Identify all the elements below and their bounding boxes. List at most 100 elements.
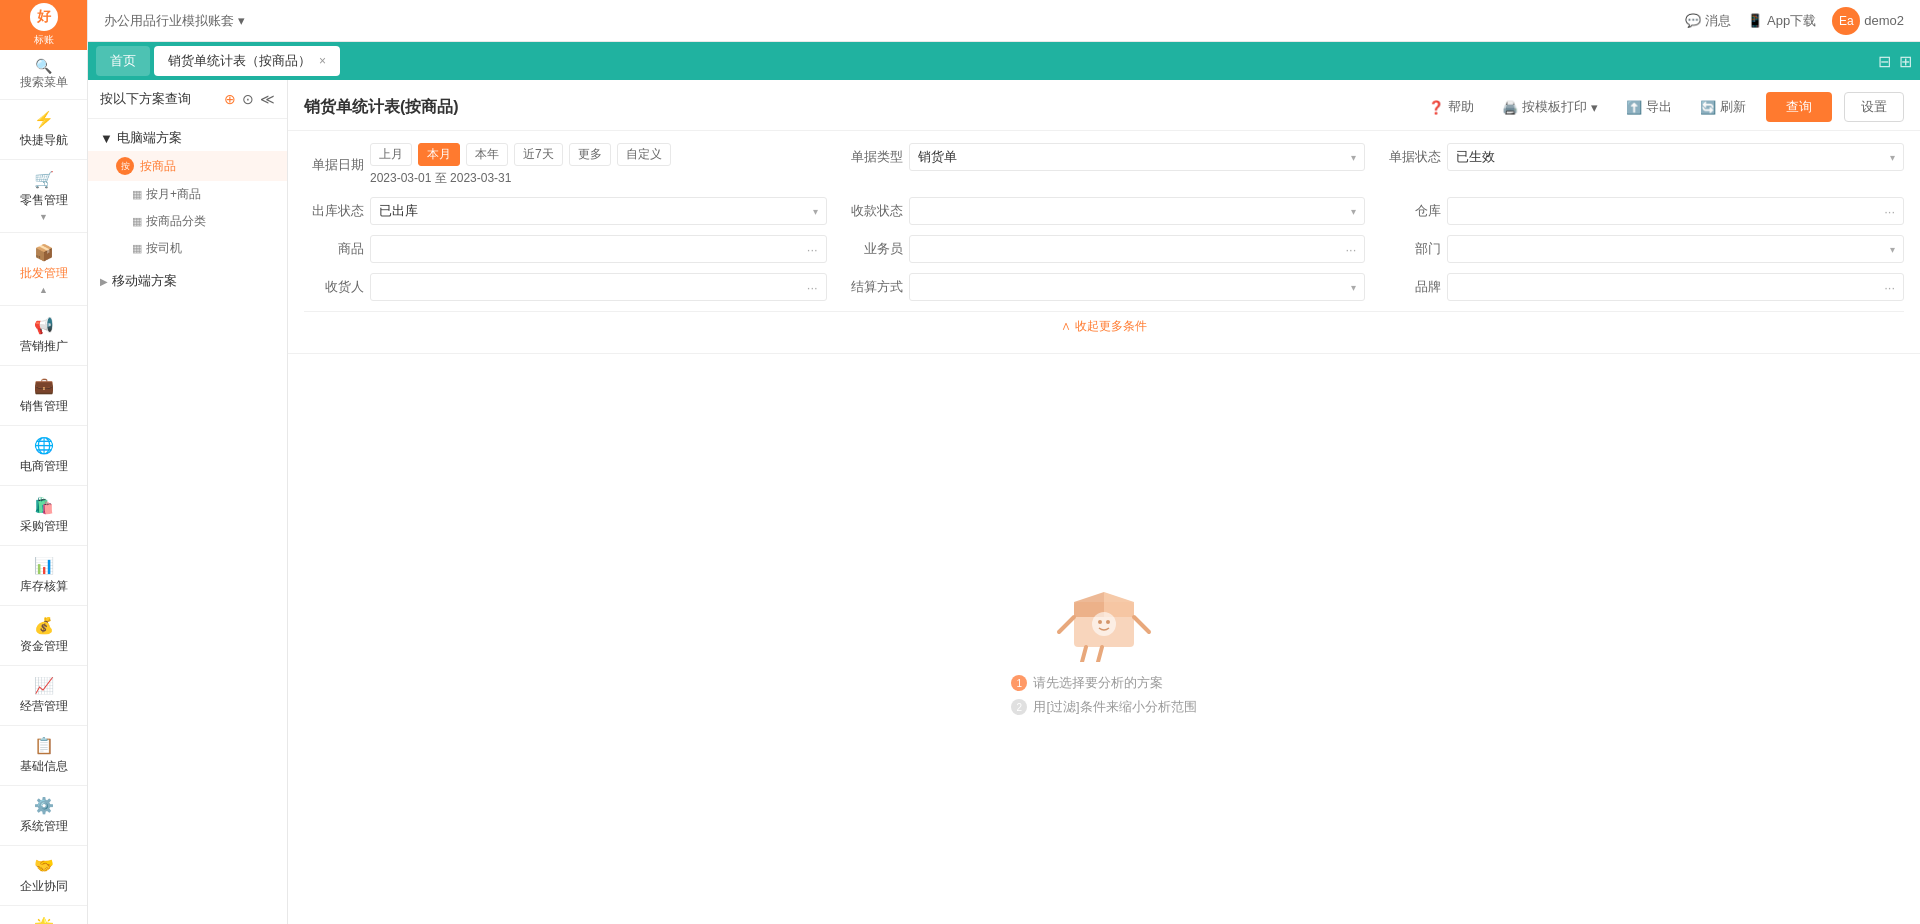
pc-section-toggle[interactable]: ▼ 电脑端方案 [88,125,287,151]
mobile-section-label: 移动端方案 [112,272,177,290]
empty-line-2: 2 用[过滤]条件来缩小分析范围 [1011,698,1196,716]
step-2-icon: 2 [1011,699,1027,715]
settings-scheme-icon[interactable]: ⊙ [242,91,254,107]
svg-point-3 [1092,612,1116,636]
date-btn-more[interactable]: 更多 [569,143,611,166]
scheme-sub-icon2: ▦ [132,215,142,228]
topbar-left: 办公用品行业模拟账套 ▾ [104,12,245,30]
avatar: Ea [1832,7,1860,35]
pc-section-arrow-icon: ▼ [100,131,113,146]
sidebar-item-newbie[interactable]: 🌟 新手引导 [0,906,87,924]
sidebar-item-enterprise[interactable]: 🤝 企业协同 [0,846,87,906]
dropdown-arrow-icon: ▾ [238,13,245,28]
sidebar-item-search[interactable]: 🔍 搜索菜单 [0,50,87,100]
print-icon: 🖨️ [1502,100,1518,115]
content-area: 按以下方案查询 ⊕ ⊙ ≪ ▼ 电脑端方案 按 按商品 ▦ 按月+ [88,80,1920,924]
sidebar-item-retail[interactable]: 🛒 零售管理 ▼ [0,160,87,233]
sidebar-item-basic[interactable]: 📋 基础信息 [0,726,87,786]
goods-input[interactable]: ··· [370,235,827,263]
doc-type-select[interactable]: 销货单 ▾ [909,143,1366,171]
setting-button[interactable]: 设置 [1844,92,1904,122]
date-label: 单据日期 [304,156,364,174]
tab-home[interactable]: 首页 [96,46,150,76]
settle-select[interactable]: ▾ [909,273,1366,301]
scheme-sub-icon1: ▦ [132,188,142,201]
doc-status-select[interactable]: 已生效 ▾ [1447,143,1904,171]
scheme-item-by-goods[interactable]: 按 按商品 [88,151,287,181]
logo-icon: 好 [30,3,58,31]
sidebar-item-inventory[interactable]: 📊 库存核算 [0,546,87,606]
refresh-icon: 🔄 [1700,100,1716,115]
mobile-section-arrow-icon: ▶ [100,276,108,287]
help-button[interactable]: ❓ 帮助 [1420,94,1482,120]
brand-label: 品牌 [1381,278,1441,296]
scheme-item-by-category[interactable]: ▦ 按商品分类 [88,208,287,235]
refresh-button[interactable]: 🔄 刷新 [1692,94,1754,120]
date-btn-custom[interactable]: 自定义 [617,143,671,166]
date-btn-last-month[interactable]: 上月 [370,143,412,166]
out-status-select[interactable]: 已出库 ▾ [370,197,827,225]
collapse-panel-icon[interactable]: ≪ [260,91,275,107]
receiver-input[interactable]: ··· [370,273,827,301]
scheme-item-by-driver[interactable]: ▦ 按司机 [88,235,287,262]
sidebar-item-sales[interactable]: 💼 销售管理 [0,366,87,426]
main-area: 办公用品行业模拟账套 ▾ 💬 消息 📱 App下载 Ea demo2 首页 销货… [88,0,1920,924]
warehouse-input[interactable]: ··· [1447,197,1904,225]
doc-type-arrow-icon: ▾ [1351,152,1356,163]
logo-text: 标账 [34,33,54,47]
empty-line-1: 1 请先选择要分析的方案 [1011,674,1196,692]
tabbar-actions: ⊟ ⊞ [1878,52,1912,71]
svg-line-6 [1082,647,1086,662]
empty-text: 1 请先选择要分析的方案 2 用[过滤]条件来缩小分析范围 [1011,674,1196,716]
mobile-section-toggle[interactable]: ▶ 移动端方案 [88,268,287,294]
doc-type-label: 单据类型 [843,148,903,166]
dept-label: 部门 [1381,240,1441,258]
tab-minimize-button[interactable]: ⊟ [1878,52,1891,71]
industry-selector[interactable]: 办公用品行业模拟账套 ▾ [104,12,245,30]
dept-arrow-icon: ▾ [1890,244,1895,255]
user-profile[interactable]: Ea demo2 [1832,7,1904,35]
date-btn-this-month[interactable]: 本月 [418,143,460,166]
export-button[interactable]: ⬆️ 导出 [1618,94,1680,120]
sidebar-item-finance[interactable]: 💰 资金管理 [0,606,87,666]
industry-name: 办公用品行业模拟账套 [104,12,234,30]
scheme-sub-icon3: ▦ [132,242,142,255]
scheme-item-by-month-goods[interactable]: ▦ 按月+商品 [88,181,287,208]
add-scheme-icon[interactable]: ⊕ [224,91,236,107]
sidebar-item-operation[interactable]: 📈 经营管理 [0,666,87,726]
sidebar-item-wholesale[interactable]: 📦 批发管理 ▲ [0,233,87,306]
sidebar-item-purchase[interactable]: 🛍️ 采购管理 [0,486,87,546]
print-button[interactable]: 🖨️ 按模板打印 ▾ [1494,94,1606,120]
warehouse-label: 仓库 [1381,202,1441,220]
doc-status-arrow-icon: ▾ [1890,152,1895,163]
svg-line-8 [1059,617,1074,632]
date-buttons: 上月 本月 本年 近7天 更多 自定义 [370,143,671,166]
doc-status-label: 单据状态 [1381,148,1441,166]
brand-input[interactable]: ··· [1447,273,1904,301]
sidebar-item-marketing[interactable]: 📢 营销推广 [0,306,87,366]
tab-expand-button[interactable]: ⊞ [1899,52,1912,71]
app-logo: 好 标账 [0,0,88,50]
payment-status-select[interactable]: ▾ [909,197,1366,225]
filter-area: 单据日期 上月 本月 本年 近7天 更多 自定义 2023-03-01 至 20… [288,131,1920,354]
tab-close-button[interactable]: × [319,54,326,68]
app-download-button[interactable]: 📱 App下载 [1747,12,1816,30]
messages-button[interactable]: 💬 消息 [1685,12,1731,30]
empty-state: 1 请先选择要分析的方案 2 用[过滤]条件来缩小分析范围 [288,354,1920,924]
date-btn-7days[interactable]: 近7天 [514,143,563,166]
date-range-display: 2023-03-01 至 2023-03-31 [370,170,671,187]
message-icon: 💬 [1685,13,1701,28]
sales-staff-input[interactable]: ··· [909,235,1366,263]
tab-active[interactable]: 销货单统计表（按商品） × [154,46,340,76]
query-button[interactable]: 查询 [1766,92,1832,122]
collapse-button[interactable]: ∧ 收起更多条件 [304,311,1904,341]
dept-select[interactable]: ▾ [1447,235,1904,263]
sidebar-item-quick-nav[interactable]: ⚡ 快捷导航 [0,100,87,160]
right-panel: 销货单统计表(按商品) ❓ 帮助 🖨️ 按模板打印 ▾ ⬆️ 导出 [288,80,1920,924]
sidebar-item-system[interactable]: ⚙️ 系统管理 [0,786,87,846]
export-icon: ⬆️ [1626,100,1642,115]
scheme-header: 按以下方案查询 ⊕ ⊙ ≪ [88,80,287,119]
sidebar-item-ecom[interactable]: 🌐 电商管理 [0,426,87,486]
date-btn-this-year[interactable]: 本年 [466,143,508,166]
scheme-icon-by-goods: 按 [116,157,134,175]
